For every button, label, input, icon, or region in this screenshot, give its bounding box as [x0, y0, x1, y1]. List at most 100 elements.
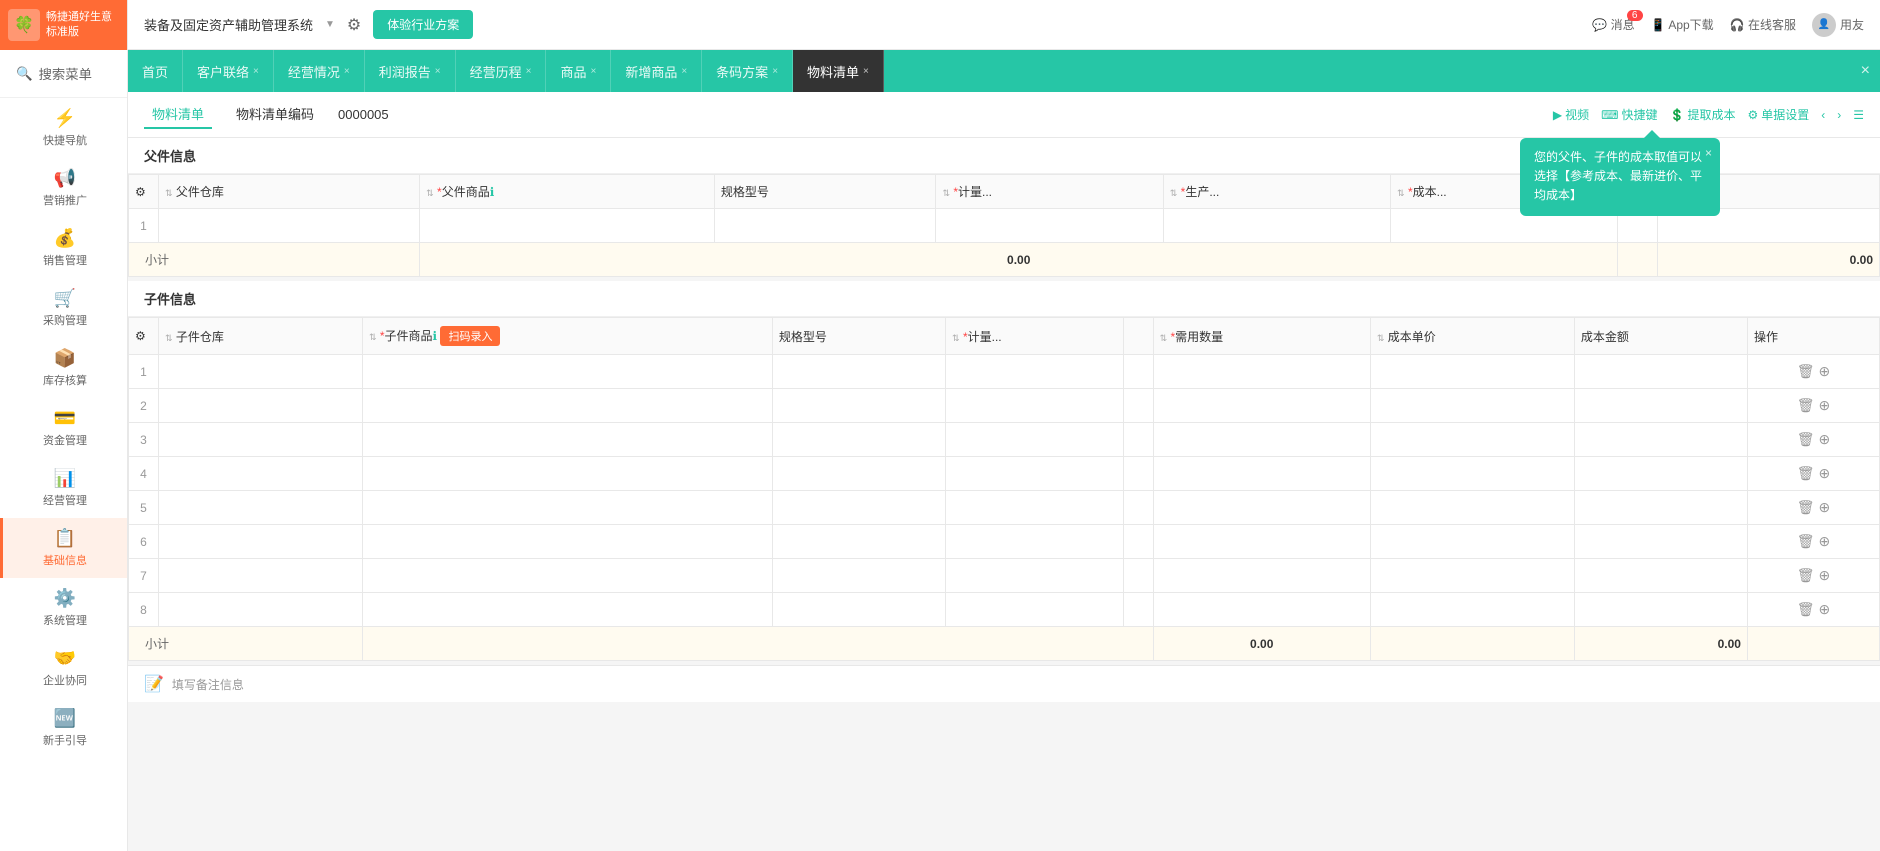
- delete-icon-2[interactable]: 🗑: [1797, 397, 1815, 414]
- sidebar-item-system[interactable]: ⚙️ 系统管理: [0, 578, 127, 638]
- tab-close-new-goods[interactable]: ×: [681, 66, 687, 77]
- note-placeholder[interactable]: 填写备注信息: [172, 676, 244, 693]
- nav-tab-bom[interactable]: 物料清单×: [793, 50, 884, 92]
- single-settings-action[interactable]: ⚙ 单据设置: [1747, 106, 1809, 123]
- search-menu-button[interactable]: 🔍 搜索菜单: [8, 58, 119, 89]
- child-row-spec-5[interactable]: [772, 491, 945, 525]
- delete-icon-4[interactable]: 🗑: [1797, 465, 1815, 482]
- child-row-goods-7[interactable]: [362, 559, 772, 593]
- child-row-goods-1[interactable]: [362, 355, 772, 389]
- extract-cost-action[interactable]: 💲 提取成本: [1669, 106, 1735, 123]
- close-all-tabs-icon[interactable]: ×: [1851, 62, 1880, 80]
- tab-close-barcode[interactable]: ×: [772, 66, 778, 77]
- copy-icon-3[interactable]: ⊕: [1819, 431, 1831, 448]
- nav-tab-barcode[interactable]: 条码方案×: [702, 50, 793, 92]
- child-row-warehouse-5[interactable]: [159, 491, 363, 525]
- child-row-unit-2[interactable]: [946, 389, 1124, 423]
- tab-close-bom[interactable]: ×: [863, 66, 869, 77]
- nav-tab-customer[interactable]: 客户联络×: [183, 50, 274, 92]
- tab-close-goods[interactable]: ×: [590, 66, 596, 77]
- nav-tab-history[interactable]: 经营历程×: [456, 50, 547, 92]
- delete-icon-3[interactable]: 🗑: [1797, 431, 1815, 448]
- child-row-goods-8[interactable]: [362, 593, 772, 627]
- child-row-unit-cost-2[interactable]: [1370, 389, 1574, 423]
- nav-tab-home[interactable]: 首页: [128, 50, 183, 92]
- copy-icon-7[interactable]: ⊕: [1819, 567, 1831, 584]
- copy-icon-5[interactable]: ⊕: [1819, 499, 1831, 516]
- child-row-spec-7[interactable]: [772, 559, 945, 593]
- sidebar-item-inventory[interactable]: 📦 库存核算: [0, 338, 127, 398]
- child-row-goods-3[interactable]: [362, 423, 772, 457]
- sidebar-item-purchase[interactable]: 🛒 采购管理: [0, 278, 127, 338]
- sidebar-item-basic-info[interactable]: 📋 基础信息: [0, 518, 127, 578]
- child-row-qty-4[interactable]: [1153, 457, 1370, 491]
- child-row-spec-3[interactable]: [772, 423, 945, 457]
- child-row-qty-2[interactable]: [1153, 389, 1370, 423]
- trial-btn[interactable]: 体验行业方案: [373, 10, 473, 39]
- nav-tab-new-goods[interactable]: 新增商品×: [611, 50, 702, 92]
- parent-row-goods[interactable]: [420, 209, 715, 243]
- child-row-unit-1[interactable]: [946, 355, 1124, 389]
- next-icon[interactable]: ›: [1837, 108, 1841, 122]
- child-row-spec-6[interactable]: [772, 525, 945, 559]
- delete-icon-5[interactable]: 🗑: [1797, 499, 1815, 516]
- sidebar-item-enterprise[interactable]: 🤝 企业协同: [0, 638, 127, 698]
- child-row-qty-3[interactable]: [1153, 423, 1370, 457]
- sidebar-item-guide[interactable]: 🆕 新手引导: [0, 698, 127, 758]
- child-row-unit-3[interactable]: [946, 423, 1124, 457]
- child-row-unit-cost-7[interactable]: [1370, 559, 1574, 593]
- sidebar-item-finance[interactable]: 💳 资金管理: [0, 398, 127, 458]
- child-row-unit-6[interactable]: [946, 525, 1124, 559]
- online-service[interactable]: 🎧 在线客服: [1730, 16, 1796, 33]
- user-menu[interactable]: 👤 用友: [1812, 13, 1864, 37]
- sidebar-item-quick-nav[interactable]: ⚡ 快捷导航: [0, 98, 127, 158]
- parent-row-spec[interactable]: [714, 209, 936, 243]
- tab-close-profit[interactable]: ×: [435, 66, 441, 77]
- child-row-qty-1[interactable]: [1153, 355, 1370, 389]
- message-badge[interactable]: 💬 消息 6: [1592, 16, 1634, 33]
- child-row-warehouse-6[interactable]: [159, 525, 363, 559]
- child-row-goods-2[interactable]: [362, 389, 772, 423]
- nav-tab-operations[interactable]: 经营情况×: [274, 50, 365, 92]
- tab-close-customer[interactable]: ×: [253, 66, 259, 77]
- child-row-warehouse-8[interactable]: [159, 593, 363, 627]
- copy-icon-6[interactable]: ⊕: [1819, 533, 1831, 550]
- child-row-unit-cost-4[interactable]: [1370, 457, 1574, 491]
- child-row-qty-6[interactable]: [1153, 525, 1370, 559]
- child-row-unit-cost-8[interactable]: [1370, 593, 1574, 627]
- tab-close-history[interactable]: ×: [526, 66, 532, 77]
- tab-close-operations[interactable]: ×: [344, 66, 350, 77]
- sidebar-item-marketing[interactable]: 📢 营销推广: [0, 158, 127, 218]
- child-row-qty-7[interactable]: [1153, 559, 1370, 593]
- copy-icon-1[interactable]: ⊕: [1819, 363, 1831, 380]
- delete-icon-8[interactable]: 🗑: [1797, 601, 1815, 618]
- shortcut-action[interactable]: ⌨ 快捷键: [1601, 106, 1657, 123]
- child-row-warehouse-7[interactable]: [159, 559, 363, 593]
- child-row-unit-8[interactable]: [946, 593, 1124, 627]
- child-row-qty-5[interactable]: [1153, 491, 1370, 525]
- sidebar-item-sales[interactable]: 💰 销售管理: [0, 218, 127, 278]
- child-row-qty-8[interactable]: [1153, 593, 1370, 627]
- delete-icon-6[interactable]: 🗑: [1797, 533, 1815, 550]
- prev-icon[interactable]: ‹: [1821, 108, 1825, 122]
- child-row-unit-cost-5[interactable]: [1370, 491, 1574, 525]
- copy-icon-8[interactable]: ⊕: [1819, 601, 1831, 618]
- copy-icon-2[interactable]: ⊕: [1819, 397, 1831, 414]
- parent-row-warehouse[interactable]: [159, 209, 420, 243]
- child-row-goods-4[interactable]: [362, 457, 772, 491]
- parent-row-prod[interactable]: [1163, 209, 1390, 243]
- child-row-warehouse-4[interactable]: [159, 457, 363, 491]
- child-row-spec-1[interactable]: [772, 355, 945, 389]
- child-row-spec-2[interactable]: [772, 389, 945, 423]
- child-row-goods-5[interactable]: [362, 491, 772, 525]
- delete-icon-7[interactable]: 🗑: [1797, 567, 1815, 584]
- sub-tab-bom-code[interactable]: 物料清单编码: [228, 100, 322, 129]
- child-row-unit-7[interactable]: [946, 559, 1124, 593]
- delete-icon-1[interactable]: 🗑: [1797, 363, 1815, 380]
- child-row-goods-6[interactable]: [362, 525, 772, 559]
- child-row-warehouse-2[interactable]: [159, 389, 363, 423]
- copy-icon-4[interactable]: ⊕: [1819, 465, 1831, 482]
- child-row-warehouse-3[interactable]: [159, 423, 363, 457]
- child-row-spec-4[interactable]: [772, 457, 945, 491]
- scan-btn[interactable]: 扫码录入: [440, 326, 500, 346]
